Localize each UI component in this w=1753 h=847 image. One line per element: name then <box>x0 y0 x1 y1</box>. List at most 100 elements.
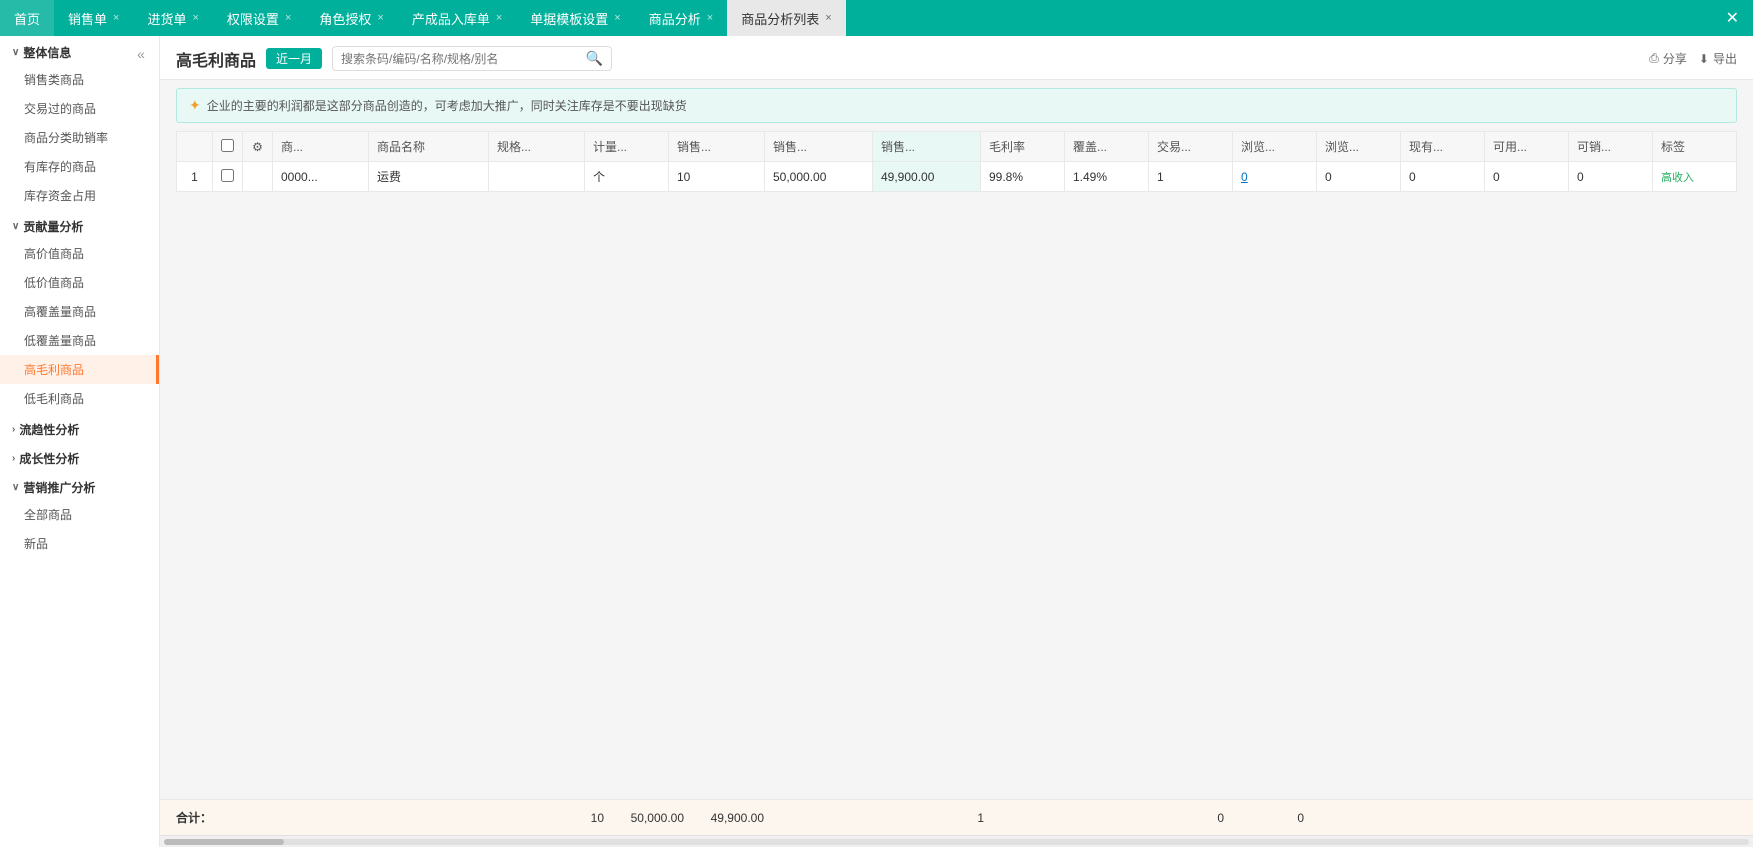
sidebar-item-high-value[interactable]: 高价值商品 <box>0 239 159 268</box>
col-header-sales-amt[interactable]: 销售... <box>765 132 873 162</box>
col-header-available[interactable]: 可用... <box>1485 132 1569 162</box>
footer-cells: 10 50,000.00 49,900.00 1 0 0 <box>232 811 1312 825</box>
col-header-browse2[interactable]: 浏览... <box>1317 132 1401 162</box>
col-header-name[interactable]: 商品名称 <box>369 132 489 162</box>
cell-name: 运费 <box>369 162 489 192</box>
col-header-settings[interactable]: ⚙ <box>243 132 273 162</box>
chevron-down-icon: ∨ <box>12 221 19 232</box>
cell-gross-rate: 99.8% <box>981 162 1065 192</box>
nav-tab-permission[interactable]: 权限设置 × <box>213 0 305 36</box>
col-header-trade[interactable]: 交易... <box>1149 132 1233 162</box>
scroll-thumb[interactable] <box>164 839 284 845</box>
period-button[interactable]: 近一月 <box>266 48 322 69</box>
content-area: 高毛利商品 近一月 🔍 ⎙ 分享 ⬇ 导出 ✦ 企业的主要的利润都是这部分商品创… <box>160 36 1753 847</box>
cell-spec <box>489 162 585 192</box>
nav-tab-analysis-list[interactable]: 商品分析列表 × <box>727 0 845 36</box>
content-header: 高毛利商品 近一月 🔍 ⎙ 分享 ⬇ 导出 <box>160 36 1753 80</box>
nav-tab-product-inbound[interactable]: 产成品入库单 × <box>398 0 516 36</box>
footer-cell-trade: 1 <box>912 811 992 825</box>
sidebar-item-new-goods[interactable]: 新品 <box>0 529 159 558</box>
share-button[interactable]: ⎙ 分享 <box>1649 50 1687 67</box>
scroll-track[interactable] <box>164 839 1749 845</box>
close-icon[interactable]: × <box>496 12 502 24</box>
nav-tab-role[interactable]: 角色授权 × <box>305 0 397 36</box>
nav-tab-analysis[interactable]: 商品分析 × <box>635 0 727 36</box>
col-header-gross-rate[interactable]: 毛利率 <box>981 132 1065 162</box>
col-header-browse1[interactable]: 浏览... <box>1233 132 1317 162</box>
sidebar-item-all-goods[interactable]: 全部商品 <box>0 500 159 529</box>
cell-browse2: 0 <box>1317 162 1401 192</box>
nav-tab-template[interactable]: 单据模板设置 × <box>516 0 634 36</box>
cell-current: 0 <box>1401 162 1485 192</box>
horizontal-scrollbar[interactable] <box>160 835 1753 847</box>
col-header-coverage[interactable]: 覆盖... <box>1065 132 1149 162</box>
close-icon[interactable]: × <box>825 12 831 24</box>
close-icon[interactable]: × <box>614 12 620 24</box>
sidebar-item-low-margin[interactable]: 低毛利商品 <box>0 384 159 413</box>
sidebar-item-high-margin[interactable]: 高毛利商品 <box>0 355 159 384</box>
close-icon[interactable]: × <box>377 12 383 24</box>
cell-sales-profit: 49,900.00 <box>873 162 981 192</box>
footer-label: 合计： <box>176 809 212 826</box>
sidebar-item-in-stock[interactable]: 有库存的商品 <box>0 152 159 181</box>
sidebar-item-high-coverage[interactable]: 高覆盖量商品 <box>0 297 159 326</box>
sidebar-section-marketing[interactable]: ∨ 营销推广分析 <box>0 471 159 500</box>
row-checkbox[interactable] <box>221 169 234 182</box>
footer-cell-available: 0 <box>1232 811 1312 825</box>
footer-cell-current: 0 <box>1152 811 1232 825</box>
close-icon[interactable]: × <box>113 12 119 24</box>
nav-tab-sales[interactable]: 销售单 × <box>54 0 133 36</box>
export-icon: ⬇ <box>1699 52 1709 66</box>
cell-saleable: 0 <box>1569 162 1653 192</box>
col-header-current[interactable]: 现有... <box>1401 132 1485 162</box>
footer-cell-spacer3 <box>1072 811 1152 825</box>
page-title: 高毛利商品 <box>176 47 256 71</box>
sidebar-section-flow[interactable]: › 流趋性分析 <box>0 413 159 442</box>
cell-settings <box>243 162 273 192</box>
col-header-tag[interactable]: 标签 <box>1653 132 1737 162</box>
sidebar-item-low-value[interactable]: 低价值商品 <box>0 268 159 297</box>
cell-check[interactable] <box>213 162 243 192</box>
table-row[interactable]: 1 0000... 运费 个 10 50,000.00 49,900.00 99… <box>177 162 1737 192</box>
col-header-saleable[interactable]: 可销... <box>1569 132 1653 162</box>
info-icon: ✦ <box>189 97 201 114</box>
sidebar-collapse-button[interactable]: « <box>131 44 151 64</box>
select-all-checkbox[interactable] <box>221 139 234 152</box>
table-wrapper[interactable]: ⚙ 商... 商品名称 规格... 计量... <box>160 131 1753 799</box>
sidebar-section-growth[interactable]: › 成长性分析 <box>0 442 159 471</box>
cell-code: 0000... <box>273 162 369 192</box>
col-header-unit[interactable]: 计量... <box>585 132 669 162</box>
sidebar-item-category-rate[interactable]: 商品分类助销率 <box>0 123 159 152</box>
close-icon[interactable]: × <box>285 12 291 24</box>
nav-tab-home[interactable]: 首页 <box>0 0 54 36</box>
search-input[interactable] <box>341 52 586 66</box>
window-close-button[interactable]: ✕ <box>1712 0 1753 36</box>
close-icon[interactable]: × <box>707 12 713 24</box>
sidebar-item-traded-goods[interactable]: 交易过的商品 <box>0 94 159 123</box>
cell-tag: 高收入 <box>1653 162 1737 192</box>
header-actions: ⎙ 分享 ⬇ 导出 <box>1649 50 1737 67</box>
col-header-sales-profit[interactable]: 销售... <box>873 132 981 162</box>
info-banner: ✦ 企业的主要的利润都是这部分商品创造的，可考虑加大推广，同时关注库存是不要出现… <box>176 88 1737 123</box>
col-header-no <box>177 132 213 162</box>
sidebar: « ∨ 整体信息 销售类商品 交易过的商品 商品分类助销率 有库存的商品 库存资… <box>0 36 160 847</box>
sidebar-item-stock-capital[interactable]: 库存资金占用 <box>0 181 159 210</box>
sidebar-item-low-coverage[interactable]: 低覆盖量商品 <box>0 326 159 355</box>
col-header-check[interactable] <box>213 132 243 162</box>
search-icon[interactable]: 🔍 <box>586 50 603 67</box>
chevron-down-icon: ∨ <box>12 482 19 493</box>
search-box[interactable]: 🔍 <box>332 46 612 71</box>
chevron-right-icon: › <box>12 424 15 435</box>
nav-tab-purchase[interactable]: 进货单 × <box>133 0 212 36</box>
export-button[interactable]: ⬇ 导出 <box>1699 50 1737 67</box>
col-header-code[interactable]: 商... <box>273 132 369 162</box>
cell-no: 1 <box>177 162 213 192</box>
col-header-spec[interactable]: 规格... <box>489 132 585 162</box>
sidebar-item-sales-goods[interactable]: 销售类商品 <box>0 65 159 94</box>
col-header-sales-qty[interactable]: 销售... <box>669 132 765 162</box>
close-icon[interactable]: × <box>192 12 198 24</box>
cell-browse1[interactable]: 0 <box>1233 162 1317 192</box>
chevron-right-icon: › <box>12 453 15 464</box>
sidebar-section-contribution[interactable]: ∨ 贡献量分析 <box>0 210 159 239</box>
data-table: ⚙ 商... 商品名称 规格... 计量... <box>176 131 1737 192</box>
